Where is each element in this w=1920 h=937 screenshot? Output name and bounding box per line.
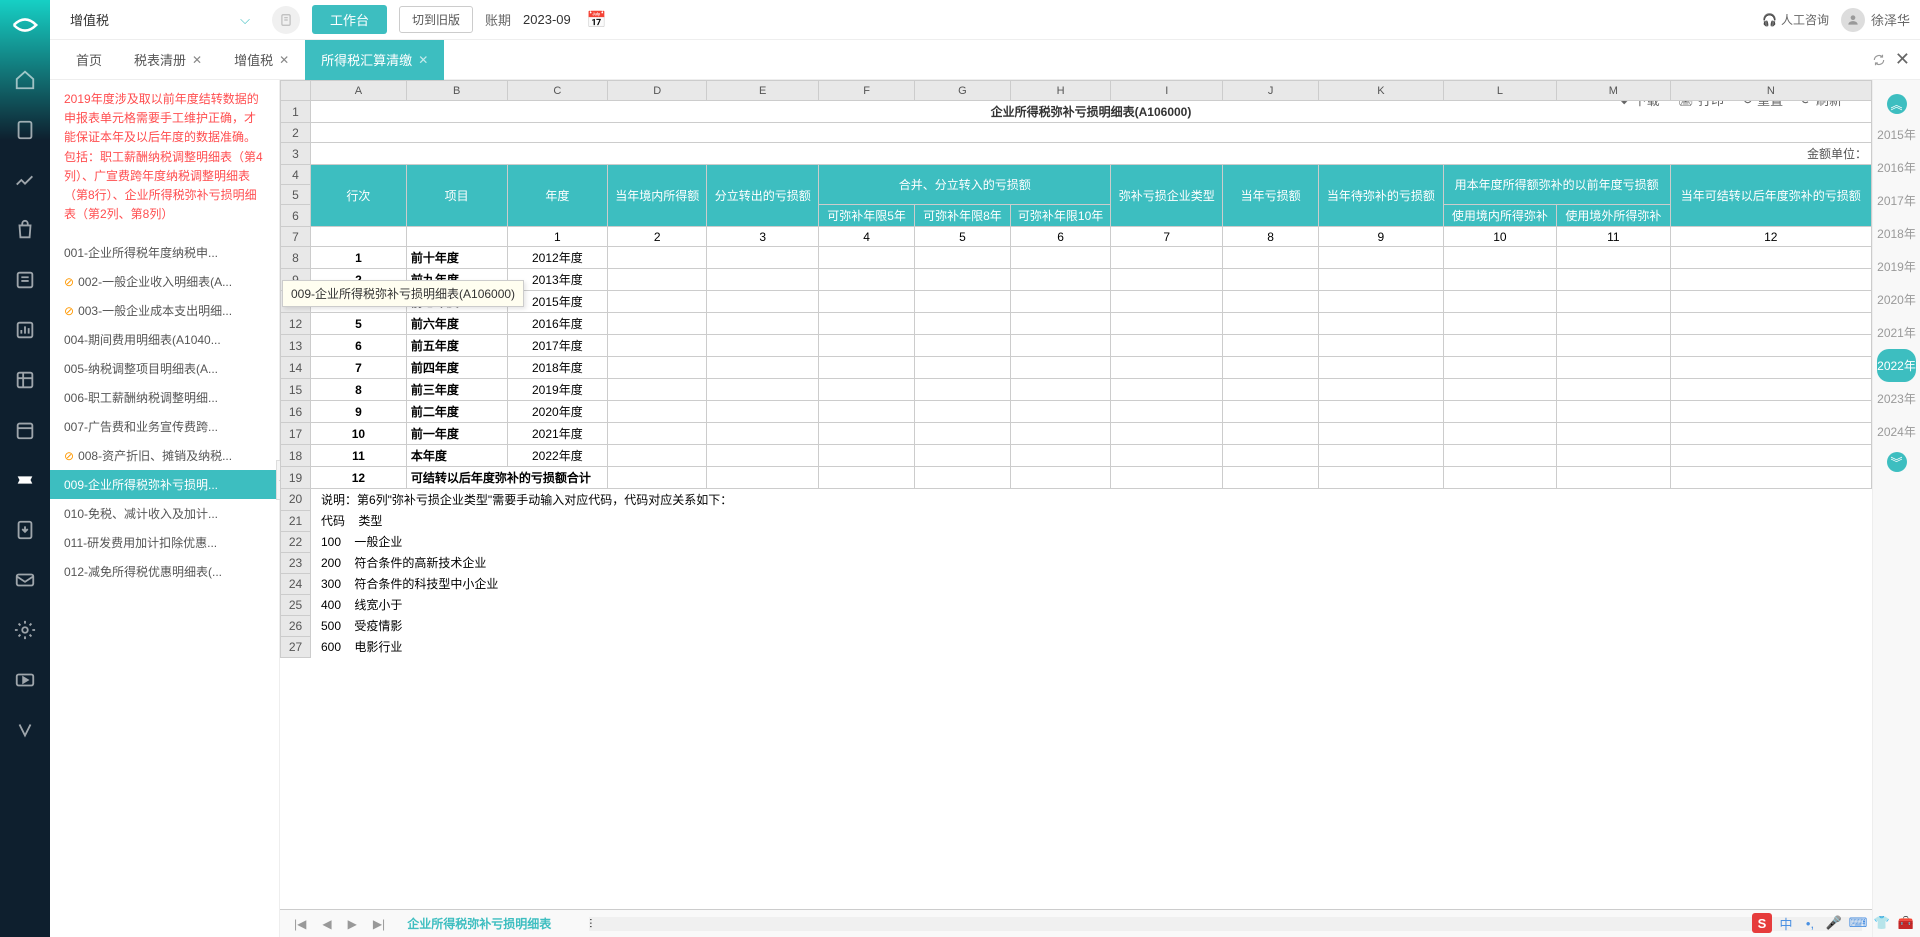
notice-text: 2019年度涉及取以前年度结转数据的申报表单元格需要手工维护正确，才能保证本年及…: [50, 80, 279, 234]
form-list-item[interactable]: 004-期间费用明细表(A1040...: [50, 325, 279, 354]
tab-税表清册[interactable]: 税表清册✕: [118, 40, 218, 80]
spreadsheet-grid[interactable]: ABCDEFGHIJKLMN1企业所得税弥补亏损明细表(A106000)23金额…: [280, 80, 1872, 909]
warning-icon: ⊘: [64, 275, 74, 289]
report-icon[interactable]: [14, 319, 36, 341]
spreadsheet-area: ⬇下载 🖨打印 ↻重置 ⟳刷新 ⛶ 009-企业所得税弥补亏损明细表(A1060…: [280, 80, 1872, 937]
calendar-icon[interactable]: [14, 419, 36, 441]
doc-icon[interactable]: [14, 119, 36, 141]
form-list-item[interactable]: 007-广告费和业务宣传费跨...: [50, 412, 279, 441]
sheet-nav-next[interactable]: ▶: [344, 917, 361, 931]
year-item[interactable]: 2021年: [1873, 316, 1920, 349]
form-list: 001-企业所得税年度纳税申...⊘002-一般企业收入明细表(A...⊘003…: [50, 234, 279, 590]
sheet-nav-prev[interactable]: ◀: [318, 917, 335, 931]
logo-icon[interactable]: [10, 10, 40, 40]
horizontal-scrollbar[interactable]: ⫶: [589, 917, 1862, 931]
tab-close-icon[interactable]: ✕: [279, 53, 289, 67]
switch-old-button[interactable]: 切到旧版: [399, 6, 473, 33]
ime-toolbox-icon[interactable]: 🧰: [1896, 913, 1916, 933]
gear-icon[interactable]: [14, 619, 36, 641]
workbench-button[interactable]: 工作台: [312, 5, 387, 34]
year-item[interactable]: 2016年: [1873, 151, 1920, 184]
tab-close-icon[interactable]: ✕: [418, 53, 428, 67]
video-icon[interactable]: [14, 669, 36, 691]
form-list-panel: 2019年度涉及取以前年度结转数据的申报表单元格需要手工维护正确，才能保证本年及…: [50, 80, 280, 937]
year-item[interactable]: 2015年: [1873, 118, 1920, 151]
tab-增值税[interactable]: 增值税✕: [218, 40, 305, 80]
form-list-item[interactable]: 005-纳税调整项目明细表(A...: [50, 354, 279, 383]
close-all-icon[interactable]: ✕: [1895, 49, 1910, 70]
chevron-down-icon: ⌵: [240, 12, 250, 28]
year-panel: ︽ 2015年2016年2017年2018年2019年2020年2021年202…: [1872, 80, 1920, 937]
sheet-nav-first[interactable]: |◀: [290, 917, 310, 931]
mail-icon[interactable]: [14, 569, 36, 591]
avatar-icon: [1841, 8, 1865, 32]
list-icon[interactable]: [14, 269, 36, 291]
sheet-tab[interactable]: 企业所得税弥补亏损明细表: [397, 911, 561, 936]
main-sidebar: [0, 0, 50, 937]
tax-icon[interactable]: [14, 469, 36, 491]
tab-首页[interactable]: 首页: [60, 40, 118, 80]
period-label: 账期: [485, 10, 511, 29]
tab-close-icon[interactable]: ✕: [192, 53, 202, 67]
headset-icon: 🎧: [1762, 13, 1777, 27]
form-list-item[interactable]: 010-免税、减计收入及加计...: [50, 499, 279, 528]
tab-所得税汇算清缴[interactable]: 所得税汇算清缴✕: [305, 40, 444, 80]
warning-icon: ⊘: [64, 304, 74, 318]
ime-logo-icon[interactable]: S: [1752, 913, 1772, 933]
dropdown-label: 增值税: [70, 10, 109, 29]
form-list-item[interactable]: 011-研发费用加计扣除优惠...: [50, 528, 279, 557]
year-item[interactable]: 2019年: [1873, 250, 1920, 283]
year-item[interactable]: 2018年: [1873, 217, 1920, 250]
sheet-nav-last[interactable]: ▶|: [369, 917, 389, 931]
cell-tooltip: 009-企业所得税弥补亏损明细表(A106000): [282, 280, 524, 307]
username: 徐泽华: [1871, 10, 1910, 29]
module-dropdown[interactable]: 增值税 ⌵: [60, 6, 260, 34]
page-tabs: 首页税表清册✕增值税✕所得税汇算清缴✕ ✕: [50, 40, 1920, 80]
year-item[interactable]: 2020年: [1873, 283, 1920, 316]
warning-icon: ⊘: [64, 449, 74, 463]
form-list-item[interactable]: 006-职工薪酬纳税调整明细...: [50, 383, 279, 412]
user-menu[interactable]: 徐泽华: [1841, 8, 1910, 32]
ime-keyboard-icon[interactable]: ⌨: [1848, 913, 1868, 933]
calendar-picker-icon[interactable]: 📅: [587, 10, 607, 30]
ime-lang-icon[interactable]: 中: [1776, 913, 1796, 933]
year-item[interactable]: 2024年: [1873, 415, 1920, 448]
year-scroll-up[interactable]: ︽: [1887, 94, 1907, 114]
v-icon[interactable]: [14, 719, 36, 741]
chart-icon[interactable]: [14, 169, 36, 191]
sheet-tab-bar: |◀ ◀ ▶ ▶| 企业所得税弥补亏损明细表 ⫶: [280, 909, 1872, 937]
ime-mic-icon[interactable]: 🎤: [1824, 913, 1844, 933]
bag-icon[interactable]: [14, 219, 36, 241]
year-item[interactable]: 2017年: [1873, 184, 1920, 217]
note-button[interactable]: [272, 6, 300, 34]
form-list-item[interactable]: 009-企业所得税弥补亏损明...: [50, 470, 279, 499]
form-list-item[interactable]: ⊘003-一般企业成本支出明细...: [50, 296, 279, 325]
export-icon[interactable]: [14, 519, 36, 541]
period-value[interactable]: 2023-09: [523, 12, 571, 27]
ime-punct-icon[interactable]: •,: [1800, 913, 1820, 933]
form-list-item[interactable]: ⊘002-一般企业收入明细表(A...: [50, 267, 279, 296]
form-list-item[interactable]: ⊘008-资产折旧、摊销及纳税...: [50, 441, 279, 470]
year-scroll-down[interactable]: ︾: [1887, 452, 1907, 472]
year-item[interactable]: 2022年: [1877, 349, 1916, 382]
year-item[interactable]: 2023年: [1873, 382, 1920, 415]
refresh-tabs-icon[interactable]: [1872, 53, 1886, 67]
ime-skin-icon[interactable]: 👕: [1872, 913, 1892, 933]
support-link[interactable]: 🎧 人工咨询: [1762, 11, 1829, 28]
home-icon[interactable]: [14, 69, 36, 91]
topbar: 增值税 ⌵ 工作台 切到旧版 账期 2023-09 📅 🎧 人工咨询 徐泽华: [50, 0, 1920, 40]
ime-toolbar: S 中 •, 🎤 ⌨ 👕 🧰: [1752, 913, 1916, 933]
form-list-item[interactable]: 012-减免所得税优惠明细表(...: [50, 557, 279, 586]
form-icon[interactable]: [14, 369, 36, 391]
form-list-item[interactable]: 001-企业所得税年度纳税申...: [50, 238, 279, 267]
